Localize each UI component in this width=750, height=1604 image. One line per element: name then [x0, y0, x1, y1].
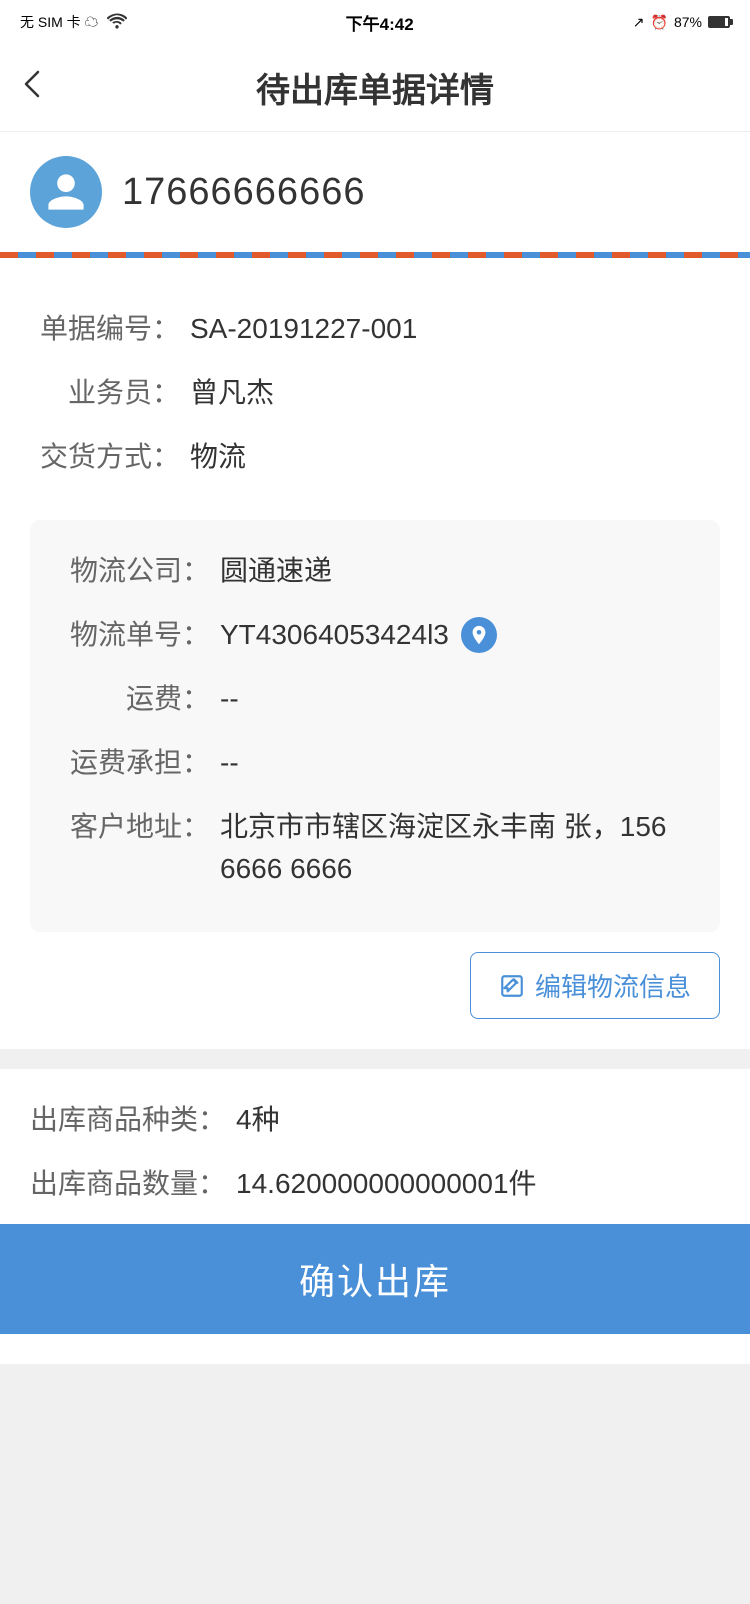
confirm-bar[interactable]: 确认出库 — [0, 1224, 750, 1334]
confirm-button-label: 确认出库 — [299, 1253, 451, 1305]
freight-bear-value: -- — [220, 742, 690, 784]
customer-header: 17666666666 — [0, 132, 750, 252]
sales-person-value: 曾凡杰 — [190, 372, 720, 414]
order-no-label: 单据编号： — [30, 308, 190, 350]
logistics-card: 物流公司： 圆通速递 物流单号： YT43064053424l3 运费： -- … — [30, 520, 720, 932]
logistics-company-label: 物流公司： — [60, 550, 220, 592]
status-left: 无 SIM 卡 ☁ — [20, 12, 127, 32]
customer-address-value: 北京市市辖区海淀区永丰南 张，156 6666 6666 — [220, 806, 690, 890]
freight-row: 运费： -- — [60, 678, 690, 720]
edit-logistics-label: 编辑物流信息 — [535, 967, 691, 1004]
order-info-section: 单据编号： SA-20191227-001 业务员： 曾凡杰 交货方式： 物流 — [0, 278, 750, 520]
status-bar: 无 SIM 卡 ☁ 下午4:42 ↗ ⏰ 87% — [0, 0, 750, 44]
status-right: ↗ ⏰ 87% — [633, 14, 730, 31]
goods-types-value: 4种 — [236, 1099, 720, 1141]
edit-logistics-btn-container: 编辑物流信息 — [0, 932, 750, 1049]
edit-logistics-button[interactable]: 编辑物流信息 — [470, 952, 720, 1019]
sales-person-row: 业务员： 曾凡杰 — [30, 372, 720, 414]
goods-quantity-value: 14.620000000000001件 — [236, 1163, 720, 1205]
order-no-row: 单据编号： SA-20191227-001 — [30, 308, 720, 350]
goods-quantity-row: 出库商品数量： 14.620000000000001件 — [30, 1163, 720, 1205]
dashed-separator — [0, 252, 750, 258]
logistics-company-row: 物流公司： 圆通速递 — [60, 550, 690, 592]
delivery-method-label: 交货方式： — [30, 436, 190, 478]
freight-bear-label: 运费承担： — [60, 742, 220, 784]
freight-value: -- — [220, 678, 690, 720]
sales-person-label: 业务员： — [30, 372, 190, 414]
freight-label: 运费： — [60, 678, 220, 720]
customer-phone: 17666666666 — [122, 171, 365, 214]
status-time: 下午4:42 — [346, 10, 414, 35]
page-title: 待出库单据详情 — [256, 63, 494, 112]
goods-types-row: 出库商品种类： 4种 — [30, 1099, 720, 1141]
customer-address-row: 客户地址： 北京市市辖区海淀区永丰南 张，156 6666 6666 — [60, 806, 690, 890]
sim-status: 无 SIM 卡 ☁ — [20, 12, 99, 32]
tracking-no-label: 物流单号： — [60, 614, 220, 656]
avatar — [30, 156, 102, 228]
nav-bar: 待出库单据详情 — [0, 44, 750, 132]
battery-level: 87% — [674, 14, 702, 30]
alarm-icon: ⏰ — [651, 14, 668, 31]
goods-quantity-label: 出库商品数量： — [30, 1163, 236, 1205]
section-divider-1 — [0, 1049, 750, 1069]
delivery-method-row: 交货方式： 物流 — [30, 436, 720, 478]
back-button[interactable] — [20, 62, 60, 113]
location-status-icon: ↗ — [633, 14, 645, 31]
delivery-method-value: 物流 — [190, 436, 720, 478]
battery-icon — [708, 16, 730, 28]
wifi-icon — [107, 13, 127, 32]
tracking-no-row: 物流单号： YT43064053424l3 — [60, 614, 690, 656]
tracking-location-icon[interactable] — [461, 617, 497, 653]
customer-address-label: 客户地址： — [60, 806, 220, 848]
logistics-company-value: 圆通速递 — [220, 550, 690, 592]
goods-section: 出库商品种类： 4种 出库商品数量： 14.620000000000001件 — [0, 1069, 750, 1247]
freight-bear-row: 运费承担： -- — [60, 742, 690, 784]
tracking-no-value: YT43064053424l3 — [220, 614, 690, 656]
order-no-value: SA-20191227-001 — [190, 308, 720, 350]
goods-types-label: 出库商品种类： — [30, 1099, 236, 1141]
content-spacer — [0, 1364, 750, 1604]
